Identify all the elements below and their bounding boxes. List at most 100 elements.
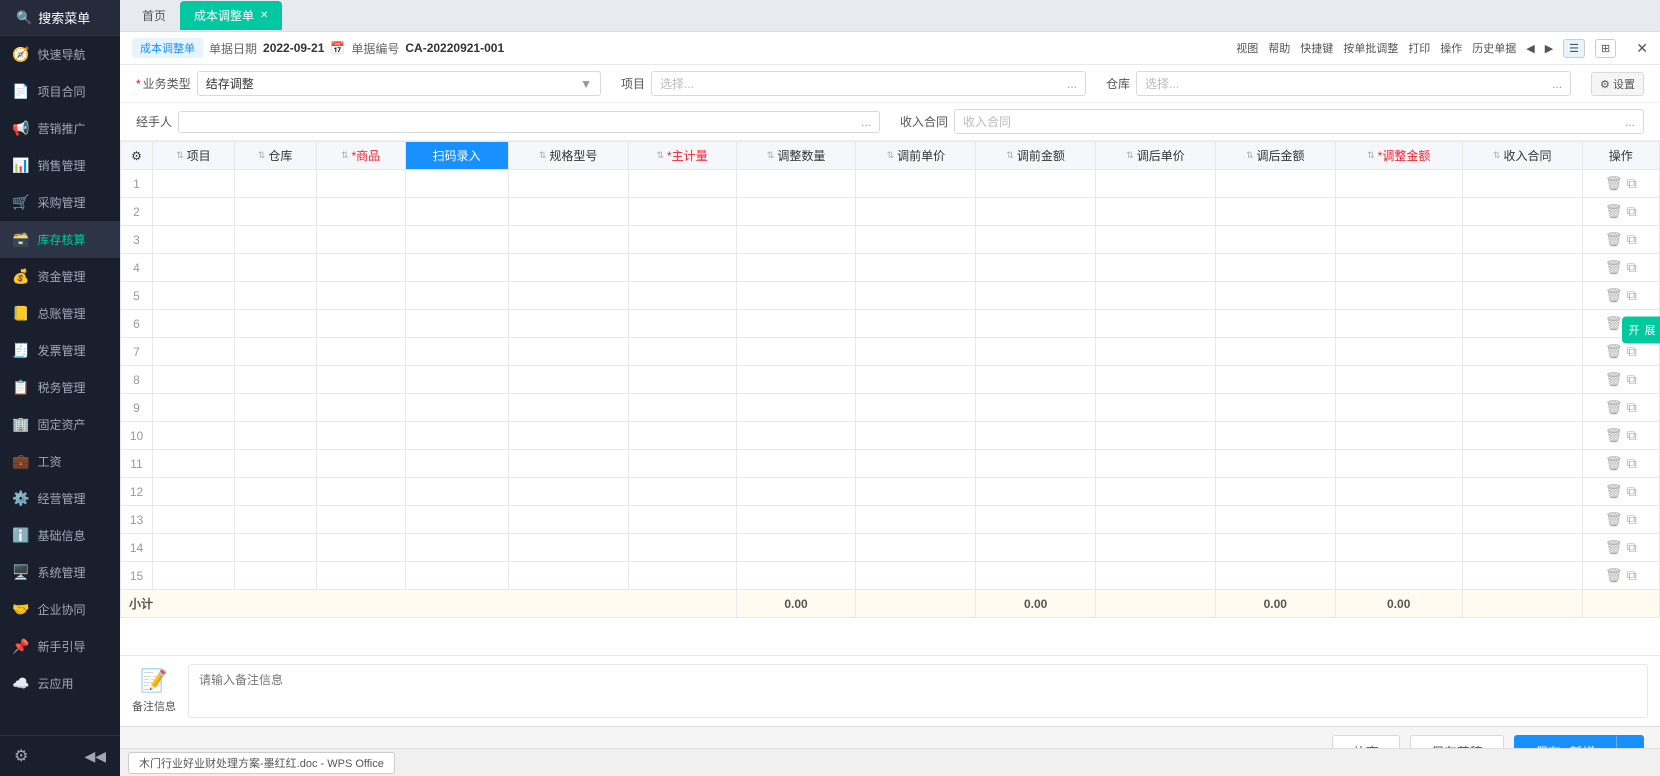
cell-adjust-amount[interactable] <box>1335 254 1462 282</box>
delete-row-button[interactable]: 🗑 <box>1605 483 1623 500</box>
cell-adjust-amount[interactable] <box>1335 170 1462 198</box>
view-list-icon[interactable]: ☰ <box>1563 39 1585 58</box>
cell-adjust-qty[interactable] <box>736 338 856 366</box>
copy-row-button[interactable]: ⧉ <box>1627 343 1637 360</box>
cell-project[interactable] <box>153 478 235 506</box>
delete-row-button[interactable]: 🗑 <box>1605 287 1623 304</box>
copy-row-button[interactable]: ⧉ <box>1627 371 1637 388</box>
cell-before-amount[interactable] <box>976 198 1096 226</box>
delete-row-button[interactable]: 🗑 <box>1605 567 1623 584</box>
copy-row-button[interactable]: ⧉ <box>1627 399 1637 416</box>
cell-before-price[interactable] <box>856 506 976 534</box>
cell-before-price[interactable] <box>856 226 976 254</box>
cell-scan[interactable] <box>405 506 508 534</box>
cell-scan[interactable] <box>405 422 508 450</box>
cell-goods[interactable] <box>316 254 405 282</box>
cell-adjust-qty[interactable] <box>736 450 856 478</box>
cell-scan[interactable] <box>405 198 508 226</box>
biz-type-select[interactable]: 结存调整 ▼ <box>197 71 601 96</box>
cell-spec[interactable] <box>508 226 628 254</box>
cell-before-amount[interactable] <box>976 254 1096 282</box>
cell-after-price[interactable] <box>1096 562 1216 590</box>
cell-adjust-amount[interactable] <box>1335 422 1462 450</box>
sidebar-item-ops-mgmt[interactable]: ⚙️ 经营管理 <box>0 480 120 517</box>
cell-warehouse[interactable] <box>234 366 316 394</box>
cell-goods[interactable] <box>316 282 405 310</box>
cell-after-amount[interactable] <box>1215 534 1335 562</box>
cell-spec[interactable] <box>508 282 628 310</box>
cell-unit[interactable] <box>628 198 736 226</box>
cell-unit[interactable] <box>628 310 736 338</box>
cell-after-price[interactable] <box>1096 422 1216 450</box>
cell-scan[interactable] <box>405 450 508 478</box>
cell-goods[interactable] <box>316 226 405 254</box>
cell-adjust-qty[interactable] <box>736 170 856 198</box>
cell-project[interactable] <box>153 170 235 198</box>
cell-adjust-qty[interactable] <box>736 534 856 562</box>
cell-goods[interactable] <box>316 562 405 590</box>
cell-adjust-qty[interactable] <box>736 506 856 534</box>
collapse-icon[interactable]: ◀◀ <box>84 748 106 765</box>
sidebar-item-basic-info[interactable]: ℹ️ 基础信息 <box>0 517 120 554</box>
col-settings[interactable]: ⚙ <box>121 142 153 170</box>
col-sort-unit[interactable]: ⇅ <box>656 150 664 161</box>
cell-scan[interactable] <box>405 226 508 254</box>
cell-unit[interactable] <box>628 394 736 422</box>
cell-warehouse[interactable] <box>234 394 316 422</box>
cell-spec[interactable] <box>508 170 628 198</box>
cell-warehouse[interactable] <box>234 170 316 198</box>
cell-adjust-qty[interactable] <box>736 226 856 254</box>
cell-adjust-amount[interactable] <box>1335 450 1462 478</box>
cell-warehouse[interactable] <box>234 226 316 254</box>
sidebar-item-project-contract[interactable]: 📄 项目合同 <box>0 73 120 110</box>
cell-scan[interactable] <box>405 394 508 422</box>
cell-income-contract[interactable] <box>1462 198 1582 226</box>
cell-before-price[interactable] <box>856 450 976 478</box>
cell-before-amount[interactable] <box>976 338 1096 366</box>
cell-before-amount[interactable] <box>976 506 1096 534</box>
delete-row-button[interactable]: 🗑 <box>1605 175 1623 192</box>
cell-adjust-qty[interactable] <box>736 282 856 310</box>
cell-income-contract[interactable] <box>1462 478 1582 506</box>
cell-adjust-amount[interactable] <box>1335 226 1462 254</box>
cell-adjust-qty[interactable] <box>736 366 856 394</box>
delete-row-button[interactable]: 🗑 <box>1605 343 1623 360</box>
cell-after-price[interactable] <box>1096 338 1216 366</box>
cell-project[interactable] <box>153 198 235 226</box>
project-select[interactable]: 选择... ... <box>651 71 1086 96</box>
delete-row-button[interactable]: 🗑 <box>1605 427 1623 444</box>
col-sort-income-contract[interactable]: ⇅ <box>1493 150 1501 161</box>
col-sort-warehouse[interactable]: ⇅ <box>258 150 266 161</box>
cell-after-amount[interactable] <box>1215 562 1335 590</box>
cell-warehouse[interactable] <box>234 534 316 562</box>
cell-before-amount[interactable] <box>976 366 1096 394</box>
cell-after-price[interactable] <box>1096 254 1216 282</box>
col-sort-before-price[interactable]: ⇅ <box>887 150 895 161</box>
cell-unit[interactable] <box>628 478 736 506</box>
sidebar-item-payroll[interactable]: 💼 工资 <box>0 443 120 480</box>
col-scan[interactable]: 扫码录入 <box>405 142 508 170</box>
sidebar-item-purchase-mgmt[interactable]: 🛒 采购管理 <box>0 184 120 221</box>
cell-after-amount[interactable] <box>1215 422 1335 450</box>
cell-scan[interactable] <box>405 366 508 394</box>
cell-spec[interactable] <box>508 478 628 506</box>
toolbar-view[interactable]: 视图 <box>1236 40 1258 56</box>
copy-row-button[interactable]: ⧉ <box>1627 511 1637 528</box>
cell-unit[interactable] <box>628 226 736 254</box>
cell-unit[interactable] <box>628 366 736 394</box>
cell-income-contract[interactable] <box>1462 170 1582 198</box>
toolbar-batch-adjust[interactable]: 按单批调整 <box>1343 40 1398 56</box>
cell-goods[interactable] <box>316 310 405 338</box>
cell-after-amount[interactable] <box>1215 170 1335 198</box>
cell-adjust-amount[interactable] <box>1335 310 1462 338</box>
sidebar-item-system-mgmt[interactable]: 🖥️ 系统管理 <box>0 554 120 591</box>
sidebar-item-enterprise-collab[interactable]: 🤝 企业协同 <box>0 591 120 628</box>
cell-income-contract[interactable] <box>1462 226 1582 254</box>
tab-home[interactable]: 首页 <box>128 1 180 30</box>
cell-goods[interactable] <box>316 450 405 478</box>
cell-spec[interactable] <box>508 422 628 450</box>
cell-adjust-amount[interactable] <box>1335 338 1462 366</box>
cell-adjust-qty[interactable] <box>736 562 856 590</box>
cell-after-price[interactable] <box>1096 310 1216 338</box>
sidebar-item-invoice-mgmt[interactable]: 🧾 发票管理 <box>0 332 120 369</box>
